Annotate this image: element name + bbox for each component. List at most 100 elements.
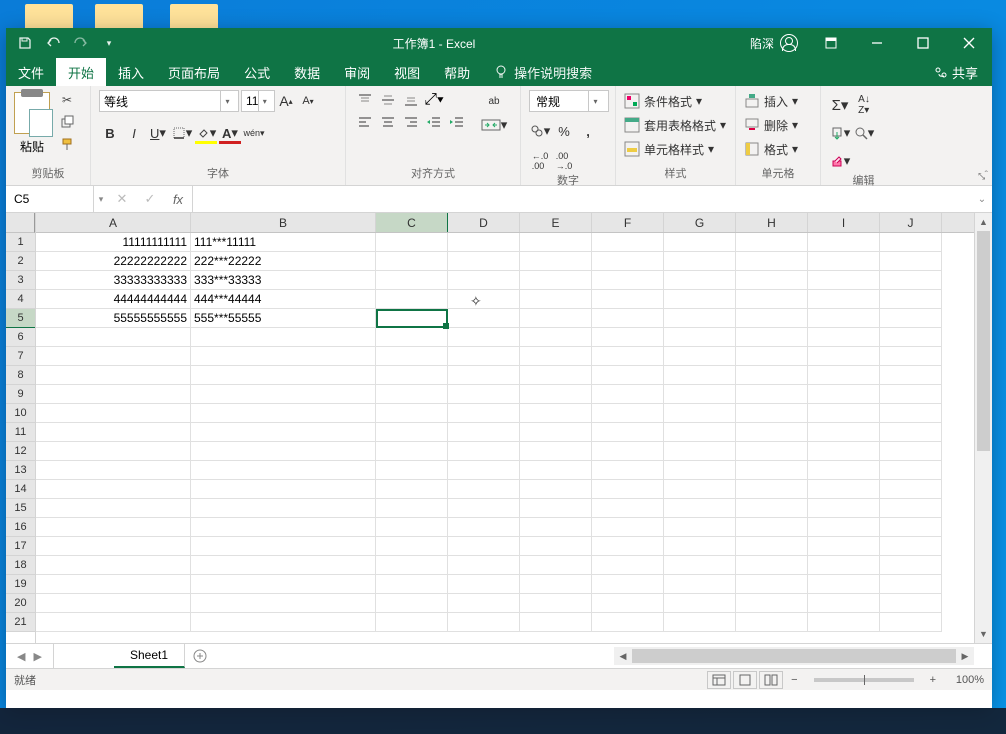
scroll-right-icon[interactable]: ▶ xyxy=(956,647,974,665)
row-header[interactable]: 12 xyxy=(6,442,35,461)
cell[interactable] xyxy=(448,442,520,461)
cell[interactable]: 11111111111 xyxy=(36,233,191,252)
enter-icon[interactable]: ✓ xyxy=(136,191,164,207)
tab-home[interactable]: 开始 xyxy=(56,58,106,86)
cell[interactable] xyxy=(592,499,664,518)
row-header[interactable]: 16 xyxy=(6,518,35,537)
cell[interactable] xyxy=(520,233,592,252)
cell[interactable] xyxy=(376,271,448,290)
cell[interactable] xyxy=(592,309,664,328)
cell[interactable] xyxy=(376,518,448,537)
cell[interactable] xyxy=(736,252,808,271)
cell[interactable] xyxy=(376,366,448,385)
row-header[interactable]: 19 xyxy=(6,575,35,594)
format-painter-icon[interactable] xyxy=(56,134,78,154)
cell[interactable] xyxy=(376,442,448,461)
cell[interactable] xyxy=(664,309,736,328)
cell[interactable] xyxy=(191,594,376,613)
cell[interactable] xyxy=(880,556,942,575)
row-header[interactable]: 1 xyxy=(6,233,35,252)
zoom-slider[interactable] xyxy=(814,678,914,682)
cell[interactable] xyxy=(664,556,736,575)
cell[interactable] xyxy=(808,556,880,575)
font-name-select[interactable]: 等线▾ xyxy=(99,90,239,112)
cell[interactable] xyxy=(191,575,376,594)
cell[interactable] xyxy=(520,575,592,594)
user-avatar-icon[interactable] xyxy=(780,34,798,52)
cell[interactable] xyxy=(376,537,448,556)
cell[interactable] xyxy=(736,442,808,461)
cell[interactable] xyxy=(448,328,520,347)
row-header[interactable]: 15 xyxy=(6,499,35,518)
cell[interactable] xyxy=(448,423,520,442)
name-box-dropdown-icon[interactable]: ▾ xyxy=(94,186,108,212)
scroll-up-icon[interactable]: ▲ xyxy=(975,213,992,231)
normal-view-icon[interactable] xyxy=(707,671,731,689)
cell[interactable] xyxy=(520,271,592,290)
cell[interactable] xyxy=(808,499,880,518)
cell[interactable] xyxy=(880,404,942,423)
cell[interactable] xyxy=(520,613,592,632)
zoom-out-button[interactable]: − xyxy=(785,674,803,686)
row-header[interactable]: 13 xyxy=(6,461,35,480)
cell[interactable] xyxy=(736,499,808,518)
cell[interactable] xyxy=(664,575,736,594)
cell[interactable] xyxy=(448,575,520,594)
cell[interactable] xyxy=(664,518,736,537)
align-top-icon[interactable] xyxy=(354,90,376,110)
cell[interactable] xyxy=(191,518,376,537)
cell[interactable] xyxy=(592,233,664,252)
cell[interactable] xyxy=(880,233,942,252)
cell[interactable] xyxy=(592,575,664,594)
cell[interactable] xyxy=(191,442,376,461)
cell[interactable] xyxy=(736,328,808,347)
cell[interactable] xyxy=(592,404,664,423)
cell[interactable] xyxy=(191,366,376,385)
cell[interactable] xyxy=(448,518,520,537)
cell[interactable] xyxy=(520,366,592,385)
redo-icon[interactable] xyxy=(68,30,94,56)
row-header[interactable]: 7 xyxy=(6,347,35,366)
cell[interactable] xyxy=(664,252,736,271)
scroll-down-icon[interactable]: ▼ xyxy=(975,625,992,643)
cell[interactable] xyxy=(808,575,880,594)
cell[interactable] xyxy=(880,518,942,537)
cell[interactable] xyxy=(736,575,808,594)
row-header[interactable]: 10 xyxy=(6,404,35,423)
cell[interactable] xyxy=(520,518,592,537)
cell[interactable] xyxy=(592,385,664,404)
format-cells-button[interactable]: 格式▾ xyxy=(744,138,798,160)
tab-insert[interactable]: 插入 xyxy=(106,58,156,86)
cell[interactable] xyxy=(736,385,808,404)
cell[interactable] xyxy=(880,442,942,461)
cell[interactable]: 444***44444 xyxy=(191,290,376,309)
cell-styles-button[interactable]: 单元格样式▾ xyxy=(624,138,714,160)
ribbon-display-icon[interactable] xyxy=(808,28,854,58)
cell[interactable]: 333***33333 xyxy=(191,271,376,290)
cell[interactable] xyxy=(448,480,520,499)
fill-color-icon[interactable]: ▾ xyxy=(195,122,217,144)
cell[interactable] xyxy=(520,461,592,480)
phonetic-icon[interactable]: wén▾ xyxy=(243,122,265,144)
cell[interactable] xyxy=(592,518,664,537)
cell[interactable] xyxy=(736,347,808,366)
cell[interactable] xyxy=(808,404,880,423)
cell[interactable] xyxy=(448,233,520,252)
cell[interactable] xyxy=(736,290,808,309)
underline-button[interactable]: U▾ xyxy=(147,122,169,144)
sheet-nav[interactable]: ◀▶ xyxy=(6,644,54,668)
cell[interactable] xyxy=(880,290,942,309)
fx-icon[interactable]: fx xyxy=(164,192,192,207)
column-header[interactable]: G xyxy=(664,213,736,232)
row-header[interactable]: 21 xyxy=(6,613,35,632)
cell[interactable] xyxy=(592,461,664,480)
cell[interactable] xyxy=(664,347,736,366)
cell[interactable] xyxy=(592,328,664,347)
cut-icon[interactable]: ✂ xyxy=(56,90,78,110)
cell[interactable] xyxy=(376,290,448,309)
row-header[interactable]: 14 xyxy=(6,480,35,499)
cell[interactable] xyxy=(736,613,808,632)
cell[interactable] xyxy=(736,594,808,613)
paste-button[interactable]: 粘贴 xyxy=(14,90,50,155)
column-header[interactable]: D xyxy=(448,213,520,232)
